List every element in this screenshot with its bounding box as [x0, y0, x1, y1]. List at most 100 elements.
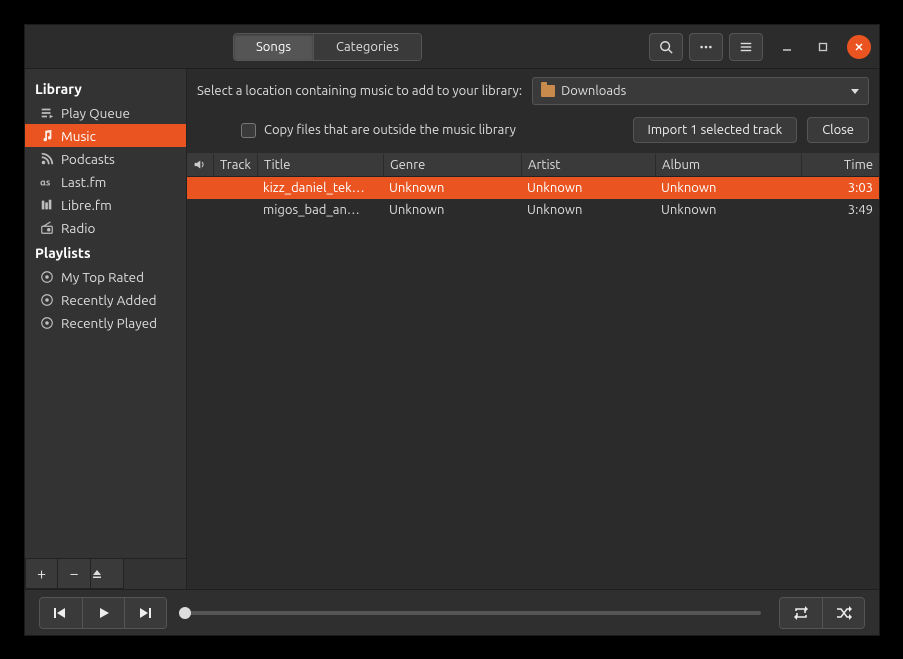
sidebar-item-label: My Top Rated: [61, 269, 144, 285]
sidebar-item-label: Music: [61, 128, 96, 144]
sidebar-item-recently-added[interactable]: Recently Added: [25, 288, 186, 311]
close-button[interactable]: [847, 35, 871, 59]
eject-button[interactable]: [91, 559, 124, 589]
sidebar-item-recently-played[interactable]: Recently Played: [25, 311, 186, 334]
folder-icon: [541, 85, 555, 97]
player-bar: [25, 589, 879, 635]
app-window: Songs Categories: [24, 24, 880, 636]
checkbox-icon: [241, 123, 256, 138]
repeat-icon: [793, 606, 809, 620]
add-playlist-button[interactable]: +: [25, 559, 58, 589]
librefm-icon: [39, 197, 55, 213]
chevron-down-icon: [850, 86, 860, 96]
col-album[interactable]: Album: [655, 154, 801, 176]
cell-title: migos_bad_an…: [257, 199, 383, 221]
cell-genre: Unknown: [383, 177, 521, 199]
seek-bar[interactable]: [185, 611, 761, 615]
sidebar-item-play-queue[interactable]: Play Queue: [25, 101, 186, 124]
sidebar-item-music[interactable]: Music: [25, 124, 186, 147]
sidebar: Library Play Queue Music Podcasts αs Las…: [25, 69, 187, 589]
close-import-button[interactable]: Close: [807, 117, 869, 143]
minimize-button[interactable]: [775, 35, 799, 59]
radio-icon: [39, 220, 55, 236]
playback-controls: [39, 597, 167, 629]
sidebar-item-top-rated[interactable]: My Top Rated: [25, 265, 186, 288]
speaker-icon: [193, 158, 207, 171]
auto-playlist-icon: [39, 315, 55, 331]
hamburger-icon: [739, 40, 753, 54]
sidebar-item-lastfm[interactable]: αs Last.fm: [25, 170, 186, 193]
plus-icon: +: [37, 565, 46, 583]
import-bar: Select a location containing music to ad…: [187, 69, 879, 113]
shuffle-icon: [836, 606, 852, 620]
maximize-button[interactable]: [811, 35, 835, 59]
library-header: Library: [25, 75, 186, 101]
cell-artist: Unknown: [521, 199, 655, 221]
cell-track: [213, 177, 257, 199]
cell-title: kizz_daniel_tek…: [257, 177, 383, 199]
sidebar-item-label: Play Queue: [61, 105, 130, 121]
cell-genre: Unknown: [383, 199, 521, 221]
col-title[interactable]: Title: [257, 154, 383, 176]
titlebar: Songs Categories: [25, 25, 879, 69]
svg-text:αs: αs: [40, 176, 51, 187]
table-body: kizz_daniel_tek… Unknown Unknown Unknown…: [187, 177, 879, 589]
lastfm-icon: αs: [39, 174, 55, 190]
auto-playlist-icon: [39, 269, 55, 285]
table-row[interactable]: kizz_daniel_tek… Unknown Unknown Unknown…: [187, 177, 879, 199]
categories-tab[interactable]: Categories: [313, 34, 421, 60]
import-prompt: Select a location containing music to ad…: [197, 84, 522, 98]
sidebar-footer: + −: [25, 558, 186, 589]
cell-album: Unknown: [655, 177, 801, 199]
playlists-header: Playlists: [25, 239, 186, 265]
view-toggle: Songs Categories: [233, 33, 422, 61]
close-icon: [854, 42, 864, 52]
play-icon: [97, 606, 111, 620]
sidebar-item-label: Last.fm: [61, 174, 106, 190]
sidebar-item-label: Libre.fm: [61, 197, 112, 213]
cell-time: 3:49: [801, 199, 879, 221]
next-button[interactable]: [124, 598, 166, 628]
col-genre[interactable]: Genre: [383, 154, 521, 176]
sidebar-item-label: Radio: [61, 220, 95, 236]
search-button[interactable]: [649, 33, 683, 61]
location-value: Downloads: [561, 84, 626, 98]
remove-playlist-button[interactable]: −: [58, 559, 91, 589]
cell-track: [213, 199, 257, 221]
col-playing[interactable]: [187, 154, 213, 176]
more-button[interactable]: [689, 33, 723, 61]
minimize-icon: [782, 42, 792, 52]
col-time[interactable]: Time: [801, 154, 879, 176]
import-button[interactable]: Import 1 selected track: [633, 117, 798, 143]
main-area: Library Play Queue Music Podcasts αs Las…: [25, 69, 879, 589]
sidebar-item-librefm[interactable]: Libre.fm: [25, 193, 186, 216]
sidebar-item-label: Recently Played: [61, 315, 157, 331]
auto-playlist-icon: [39, 292, 55, 308]
copy-files-checkbox[interactable]: Copy files that are outside the music li…: [241, 123, 516, 138]
menu-button[interactable]: [729, 33, 763, 61]
queue-icon: [39, 105, 55, 121]
songs-tab[interactable]: Songs: [234, 34, 313, 60]
table-row[interactable]: migos_bad_an… Unknown Unknown Unknown 3:…: [187, 199, 879, 221]
repeat-button[interactable]: [780, 598, 822, 628]
music-icon: [39, 128, 55, 144]
shuffle-button[interactable]: [822, 598, 864, 628]
previous-button[interactable]: [40, 598, 82, 628]
next-icon: [138, 606, 154, 620]
sidebar-item-radio[interactable]: Radio: [25, 216, 186, 239]
col-track[interactable]: Track: [213, 154, 257, 176]
sidebar-item-podcasts[interactable]: Podcasts: [25, 147, 186, 170]
rss-icon: [39, 151, 55, 167]
maximize-icon: [818, 42, 828, 52]
copy-files-label: Copy files that are outside the music li…: [264, 123, 516, 137]
table-header: Track Title Genre Artist Album Time: [187, 154, 879, 177]
cell-album: Unknown: [655, 199, 801, 221]
import-actions: Copy files that are outside the music li…: [187, 113, 879, 154]
eject-icon: [91, 568, 123, 580]
sidebar-item-label: Podcasts: [61, 151, 115, 167]
cell-artist: Unknown: [521, 177, 655, 199]
col-artist[interactable]: Artist: [521, 154, 655, 176]
location-dropdown[interactable]: Downloads: [532, 77, 869, 105]
play-button[interactable]: [82, 598, 124, 628]
sidebar-item-label: Recently Added: [61, 292, 157, 308]
